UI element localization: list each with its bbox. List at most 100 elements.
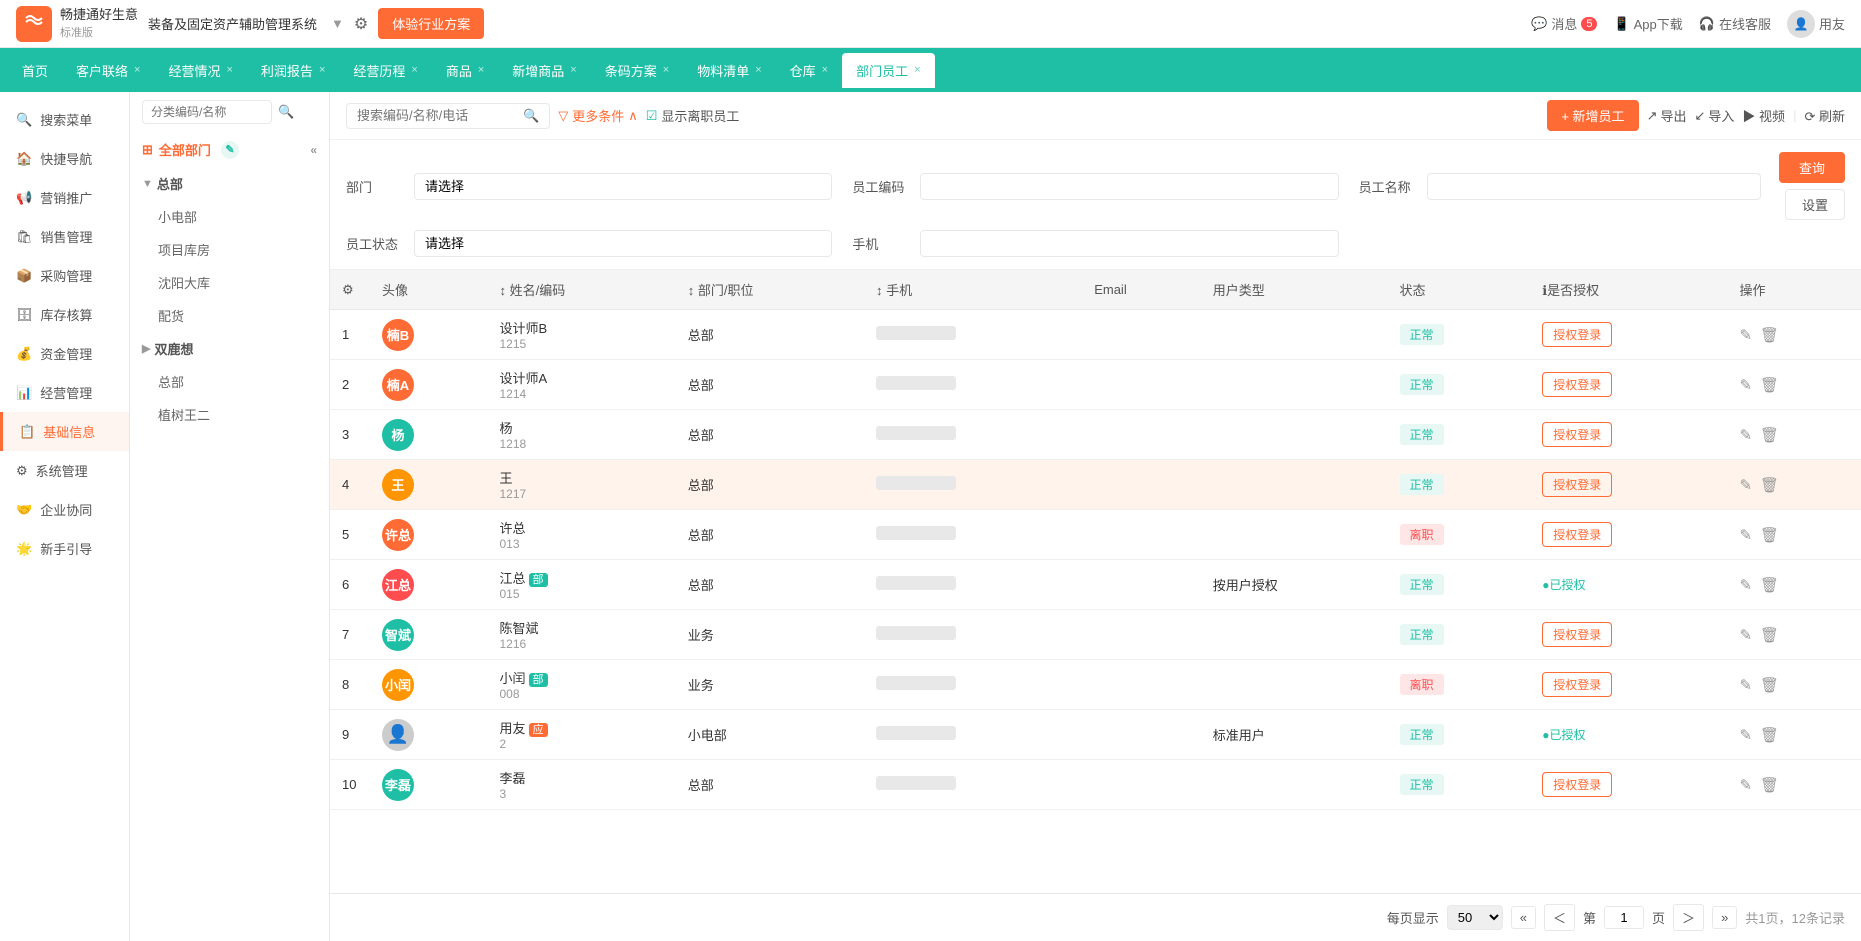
- col-settings[interactable]: ⚙: [330, 270, 370, 310]
- col-phone[interactable]: ↕ 手机: [864, 270, 1082, 310]
- col-dept[interactable]: ↕ 部门/职位: [676, 270, 864, 310]
- nav-tab-bom[interactable]: 物料清单 ×: [683, 53, 775, 88]
- edit-icon[interactable]: ✎: [1739, 776, 1752, 794]
- app-download-item[interactable]: 📱 App下载: [1613, 14, 1682, 33]
- nav-tab-home[interactable]: 首页: [8, 53, 62, 88]
- last-page-button[interactable]: »: [1712, 906, 1737, 929]
- search-button[interactable]: 查询: [1779, 152, 1845, 183]
- online-service-item[interactable]: 🎧 在线客服: [1699, 14, 1771, 33]
- auth-button[interactable]: 授权登录: [1542, 472, 1612, 497]
- auth-button[interactable]: 授权登录: [1542, 372, 1612, 397]
- import-button[interactable]: ↙ 导入: [1694, 106, 1734, 125]
- trial-button[interactable]: 体验行业方案: [378, 8, 484, 39]
- nav-tab-history[interactable]: 经营历程 ×: [339, 53, 431, 88]
- edit-icon[interactable]: ✎: [1739, 676, 1752, 694]
- close-icon[interactable]: ×: [570, 64, 576, 76]
- delete-icon[interactable]: 🗑: [1760, 776, 1779, 794]
- first-page-button[interactable]: «: [1511, 906, 1536, 929]
- next-page-button[interactable]: ＞: [1673, 904, 1704, 931]
- dept-node-distribution[interactable]: 配货: [130, 299, 329, 332]
- reset-button[interactable]: 设置: [1785, 189, 1845, 220]
- edit-icon[interactable]: ✎: [1739, 476, 1752, 494]
- page-number-input[interactable]: [1604, 906, 1644, 929]
- delete-icon[interactable]: 🗑: [1760, 676, 1779, 694]
- dept-node-general[interactable]: ▼ 总部: [130, 167, 329, 200]
- sidebar-item-search[interactable]: 🔍 搜索菜单: [0, 100, 129, 139]
- close-icon[interactable]: ×: [411, 64, 417, 76]
- delete-icon[interactable]: 🗑: [1760, 376, 1779, 394]
- sidebar-item-basic-info[interactable]: 📋 基础信息: [0, 412, 129, 451]
- delete-icon[interactable]: 🗑: [1760, 426, 1779, 444]
- dept-node-hq[interactable]: 总部: [130, 365, 329, 398]
- close-icon[interactable]: ×: [134, 64, 140, 76]
- edit-icon[interactable]: ✎: [1739, 376, 1752, 394]
- filter-status-select[interactable]: 请选择 正常 离职: [414, 230, 832, 257]
- close-icon[interactable]: ×: [478, 64, 484, 76]
- close-icon[interactable]: ×: [319, 64, 325, 76]
- edit-icon[interactable]: ✎: [1739, 326, 1752, 344]
- nav-tab-new-goods[interactable]: 新增商品 ×: [498, 53, 590, 88]
- edit-icon[interactable]: ✎: [1739, 576, 1752, 594]
- sidebar-item-sales[interactable]: 🛍 销售管理: [0, 217, 129, 256]
- export-button[interactable]: ↗ 导出: [1647, 106, 1687, 125]
- close-icon[interactable]: ×: [226, 64, 232, 76]
- dept-node-project[interactable]: 项目库房: [130, 233, 329, 266]
- sidebar-item-purchase[interactable]: 📦 采购管理: [0, 256, 129, 295]
- nav-tab-profit[interactable]: 利润报告 ×: [247, 53, 339, 88]
- search-icon[interactable]: 🔍: [523, 108, 539, 124]
- filter-emp-code-input[interactable]: [920, 173, 1338, 200]
- system-dropdown-arrow[interactable]: ▼: [331, 16, 344, 31]
- dept-search-input[interactable]: [142, 100, 272, 124]
- delete-icon[interactable]: 🗑: [1760, 626, 1779, 644]
- auth-button[interactable]: 授权登录: [1542, 522, 1612, 547]
- nav-tab-customer[interactable]: 客户联络 ×: [62, 53, 154, 88]
- view-button[interactable]: ▶ 视频: [1742, 106, 1785, 125]
- gear-button[interactable]: ⚙: [354, 14, 368, 34]
- col-name[interactable]: ↕ 姓名/编码: [487, 270, 675, 310]
- add-employee-button[interactable]: + 新增员工: [1547, 100, 1638, 131]
- edit-icon[interactable]: ✎: [1739, 426, 1752, 444]
- more-filter-btn[interactable]: ▽ 更多条件 ∧: [558, 106, 638, 125]
- dept-all-btn[interactable]: ⊞ 全部部门 ✎ «: [130, 132, 329, 167]
- delete-icon[interactable]: 🗑: [1760, 476, 1779, 494]
- filter-emp-name-input[interactable]: [1427, 173, 1761, 200]
- delete-icon[interactable]: 🗑: [1760, 726, 1779, 744]
- show-inactive-toggle[interactable]: ☑ 显示离职员工: [646, 106, 740, 125]
- dept-node-double-think[interactable]: ▶ 双鹿想: [130, 332, 329, 365]
- close-icon[interactable]: ×: [822, 64, 828, 76]
- close-icon[interactable]: ×: [755, 64, 761, 76]
- auth-button[interactable]: 授权登录: [1542, 672, 1612, 697]
- dept-search-icon[interactable]: 🔍: [278, 104, 294, 120]
- auth-button[interactable]: 授权登录: [1542, 422, 1612, 447]
- filter-dept-select[interactable]: 请选择 总部 小电部 业务: [414, 173, 832, 200]
- sidebar-item-collab[interactable]: 🤝 企业协同: [0, 490, 129, 529]
- nav-tab-dept-employee[interactable]: 部门员工 ×: [842, 53, 934, 88]
- close-icon[interactable]: ×: [663, 64, 669, 76]
- dept-node-shenyang[interactable]: 沈阳大库: [130, 266, 329, 299]
- edit-icon[interactable]: ✎: [1739, 526, 1752, 544]
- sidebar-item-finance[interactable]: 💰 资金管理: [0, 334, 129, 373]
- dept-collapse-all-icon[interactable]: «: [310, 143, 317, 157]
- auth-button[interactable]: 授权登录: [1542, 322, 1612, 347]
- prev-page-button[interactable]: ＜: [1544, 904, 1575, 931]
- filter-phone-input[interactable]: [920, 230, 1338, 257]
- delete-icon[interactable]: 🗑: [1760, 326, 1779, 344]
- nav-tab-operations[interactable]: 经营情况 ×: [154, 53, 246, 88]
- dept-edit-icon[interactable]: ✎: [221, 141, 239, 159]
- dept-node-small-elec[interactable]: 小电部: [130, 200, 329, 233]
- delete-icon[interactable]: 🗑: [1760, 526, 1779, 544]
- sidebar-item-inventory[interactable]: 🗄 库存核算: [0, 295, 129, 334]
- page-size-select[interactable]: 50 100 200: [1447, 905, 1503, 930]
- nav-tab-barcode[interactable]: 条码方案 ×: [591, 53, 683, 88]
- sidebar-item-system[interactable]: ⚙ 系统管理: [0, 451, 129, 490]
- nav-tab-goods[interactable]: 商品 ×: [432, 53, 498, 88]
- sidebar-item-quick-nav[interactable]: 🏠 快捷导航: [0, 139, 129, 178]
- auth-button[interactable]: 授权登录: [1542, 622, 1612, 647]
- sidebar-item-marketing[interactable]: 📢 营销推广: [0, 178, 129, 217]
- nav-tab-warehouse[interactable]: 仓库 ×: [776, 53, 842, 88]
- delete-icon[interactable]: 🗑: [1760, 576, 1779, 594]
- user-item[interactable]: 👤 用友: [1787, 10, 1845, 38]
- search-input[interactable]: [357, 108, 517, 123]
- refresh-button[interactable]: ⟳ 刷新: [1804, 106, 1845, 125]
- edit-icon[interactable]: ✎: [1739, 726, 1752, 744]
